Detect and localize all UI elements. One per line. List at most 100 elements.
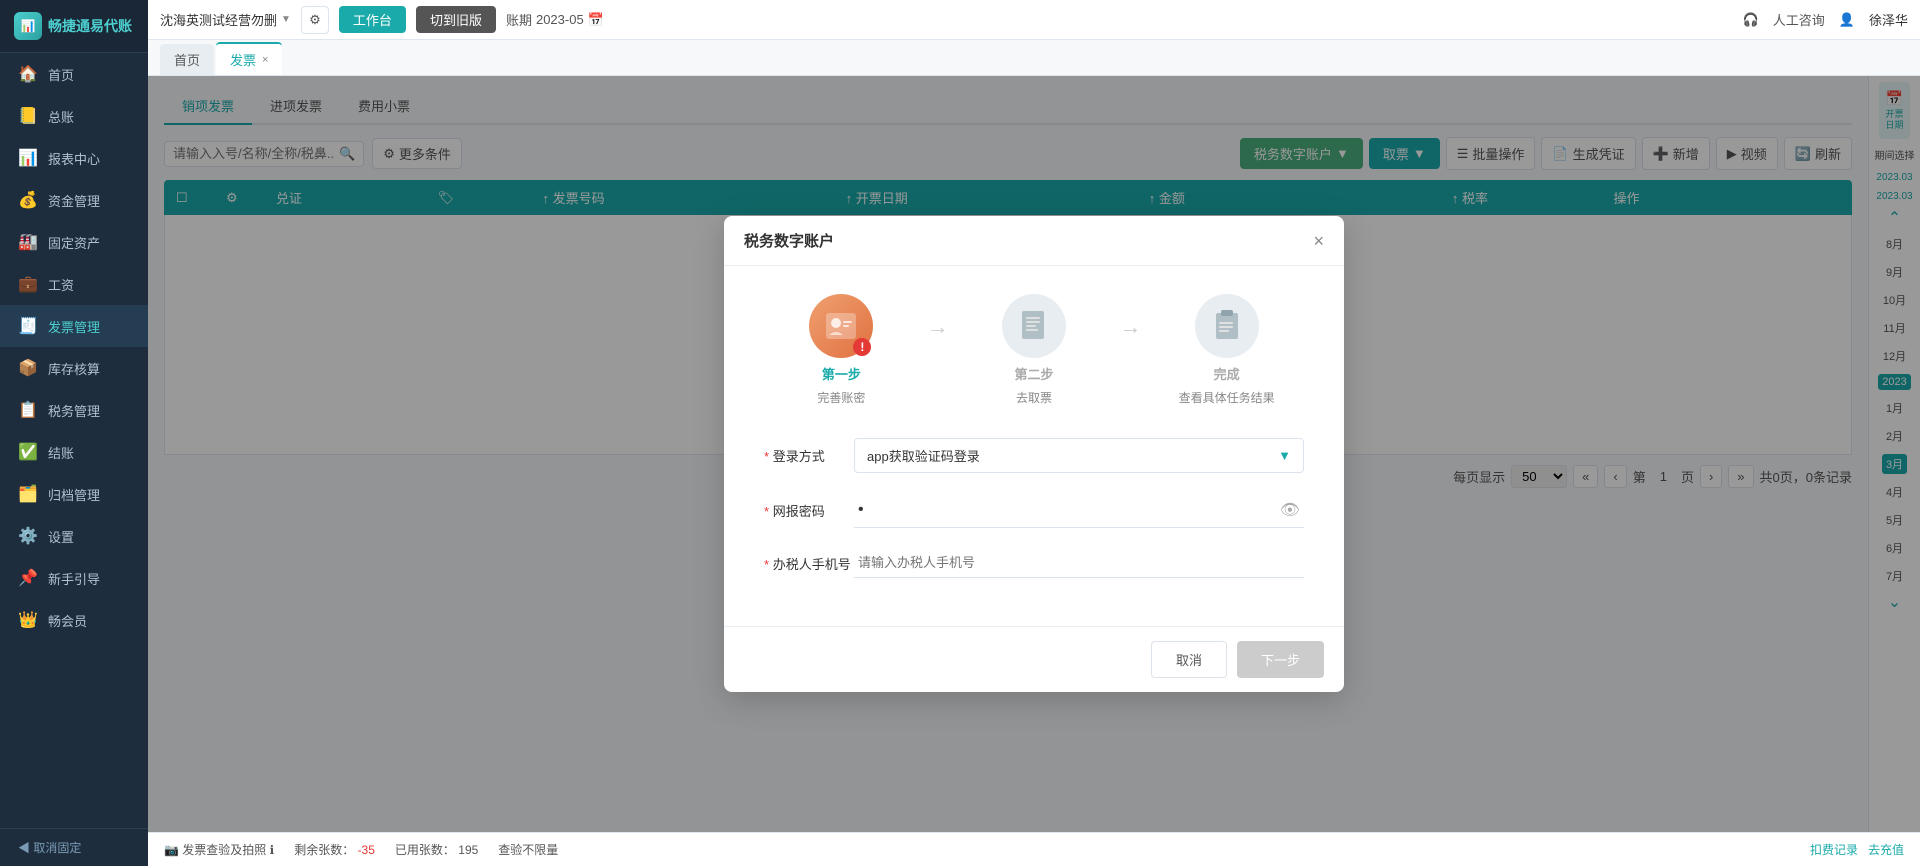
main-area: 沈海英测试经营勿删 ▼ ⚙ 工作台 切到旧版 账期 2023-05 📅 🎧 人工… [148,0,1920,866]
modal-overlay: 税务数字账户 × [148,76,1920,832]
sidebar-label-tax: 税务管理 [48,401,100,420]
password-row: * 网报密码 👁 [764,493,1304,528]
company-dropdown-icon: ▼ [281,14,291,25]
used-display: 已用张数： 195 [395,841,478,858]
sidebar-item-ledger[interactable]: 📒 总账 [0,95,148,137]
step-2-label: 第二步 [1015,364,1054,383]
phone-control [854,548,1304,578]
step-3: 完成 查看具体任务结果 [1149,294,1304,406]
password-control: 👁 [854,493,1304,528]
logo-text: 畅捷通易代账 [48,16,132,36]
sidebar-label-settings: 设置 [48,527,74,546]
cancel-button[interactable]: 取消 [1151,641,1227,678]
sidebar-item-guide[interactable]: 📌 新手引导 [0,557,148,599]
step-3-icon [1195,294,1259,358]
tab-home[interactable]: 首页 [160,44,214,75]
document-icon [1016,308,1052,344]
sidebar-label-ledger: 总账 [48,107,74,126]
phone-input[interactable] [854,548,1304,578]
sidebar-label-inventory: 库存核算 [48,359,100,378]
tax-digital-account-dialog: 税务数字账户 × [724,216,1344,692]
sidebar-label-archive: 归档管理 [48,485,100,504]
login-method-control: app获取验证码登录 ▼ [854,438,1304,473]
phone-label: * 办税人手机号 [764,554,854,573]
switch-version-button[interactable]: 切到旧版 [416,6,496,33]
workspace-button[interactable]: 工作台 [339,6,406,33]
calendar-icon[interactable]: 📅 [588,12,604,28]
sidebar-item-tax[interactable]: 📋 税务管理 [0,389,148,431]
deduction-record-link[interactable]: 扣费记录 [1810,841,1858,858]
sidebar-item-inventory[interactable]: 📦 库存核算 [0,347,148,389]
topbar-right: 🎧 人工咨询 👤 徐泽华 [1743,10,1908,29]
step-1-icon: ! [809,294,873,358]
password-field[interactable] [858,501,1280,519]
sidebar-label-invoice: 发票管理 [48,317,100,336]
home-icon: 🏠 [18,64,38,84]
sidebar-item-archive[interactable]: 🗂️ 归档管理 [0,473,148,515]
tab-invoice-label: 发票 [230,50,256,69]
step-1-label: 第一步 [822,364,861,383]
status-links: 扣费记录 去充值 [1810,841,1904,858]
login-method-select[interactable]: app获取验证码登录 ▼ [854,438,1304,473]
sidebar-item-funds[interactable]: 💰 资金管理 [0,179,148,221]
sidebar-item-invoice[interactable]: 🧾 发票管理 [0,305,148,347]
step-1: ! 第一步 完善账密 [764,294,919,406]
tab-bar: 首页 发票 × [148,40,1920,76]
unpin-button[interactable]: ◀ 取消固定 [0,828,148,866]
user-name: 徐泽华 [1869,10,1908,29]
recharge-link[interactable]: 去充值 [1868,841,1904,858]
step-1-desc: 完善账密 [817,389,865,406]
tab-invoice[interactable]: 发票 × [216,42,282,75]
sidebar-item-home[interactable]: 🏠 首页 [0,53,148,95]
tab-close-icon[interactable]: × [262,54,268,66]
check-label: 📷 发票查验及拍照 ℹ [164,841,274,858]
person-card-icon [823,308,859,344]
step-3-label: 完成 [1214,364,1240,383]
sidebar-item-assets[interactable]: 🏭 固定资产 [0,221,148,263]
step-2-desc: 去取票 [1016,389,1052,406]
step-2: 第二步 去取票 [957,294,1112,406]
sidebar-label-funds: 资金管理 [48,191,100,210]
support-text[interactable]: 人工咨询 [1773,10,1825,29]
login-method-value: app获取验证码登录 [867,446,980,465]
sidebar-label-member: 畅会员 [48,611,87,630]
sidebar-label-salary: 工资 [48,275,74,294]
period-label: 账期 [506,10,532,29]
support-label: 🎧 [1743,12,1759,28]
sidebar-item-member[interactable]: 👑 畅会员 [0,599,148,641]
sidebar-item-salary[interactable]: 💼 工资 [0,263,148,305]
inventory-icon: 📦 [18,358,38,378]
dialog-close-button[interactable]: × [1313,232,1324,250]
sidebar-item-report[interactable]: 📊 报表中心 [0,137,148,179]
dialog-title: 税务数字账户 [744,230,834,251]
sidebar-label-home: 首页 [48,65,74,84]
company-selector[interactable]: 沈海英测试经营勿删 ▼ [160,10,291,29]
dialog-header: 税务数字账户 × [724,216,1344,266]
sidebar: 📊 畅捷通易代账 🏠 首页 📒 总账 📊 报表中心 💰 资金管理 🏭 固定资产 … [0,0,148,866]
sidebar-item-settings[interactable]: ⚙️ 设置 [0,515,148,557]
next-step-button[interactable]: 下一步 [1237,641,1324,678]
member-icon: 👑 [18,610,38,630]
unpin-label: ◀ 取消固定 [18,839,81,856]
remaining-display: 剩余张数： -35 [294,841,375,858]
sidebar-label-assets: 固定资产 [48,233,100,252]
company-name: 沈海英测试经营勿删 [160,10,277,29]
sidebar-item-settle[interactable]: ✅ 结账 [0,431,148,473]
step-arrow-1: → [919,314,957,340]
period-display: 账期 2023-05 📅 [506,10,604,29]
req-star-1: * [764,449,769,464]
select-dropdown-icon: ▼ [1278,448,1291,463]
dialog-body: ! 第一步 完善账密 → [724,266,1344,626]
refresh-icon-btn[interactable]: ⚙ [301,6,329,34]
archive-icon: 🗂️ [18,484,38,504]
phone-row: * 办税人手机号 [764,548,1304,578]
req-star-3: * [764,557,769,572]
steps-indicator: ! 第一步 完善账密 → [764,294,1304,406]
step-2-icon [1002,294,1066,358]
status-bar: 📷 发票查验及拍照 ℹ 剩余张数： -35 已用张数： 195 查验不限量 扣费… [148,832,1920,866]
password-toggle-icon[interactable]: 👁 [1280,500,1300,520]
login-method-label: * 登录方式 [764,446,854,465]
step-arrow-2: → [1111,314,1149,340]
tax-icon: 📋 [18,400,38,420]
settle-icon: ✅ [18,442,38,462]
